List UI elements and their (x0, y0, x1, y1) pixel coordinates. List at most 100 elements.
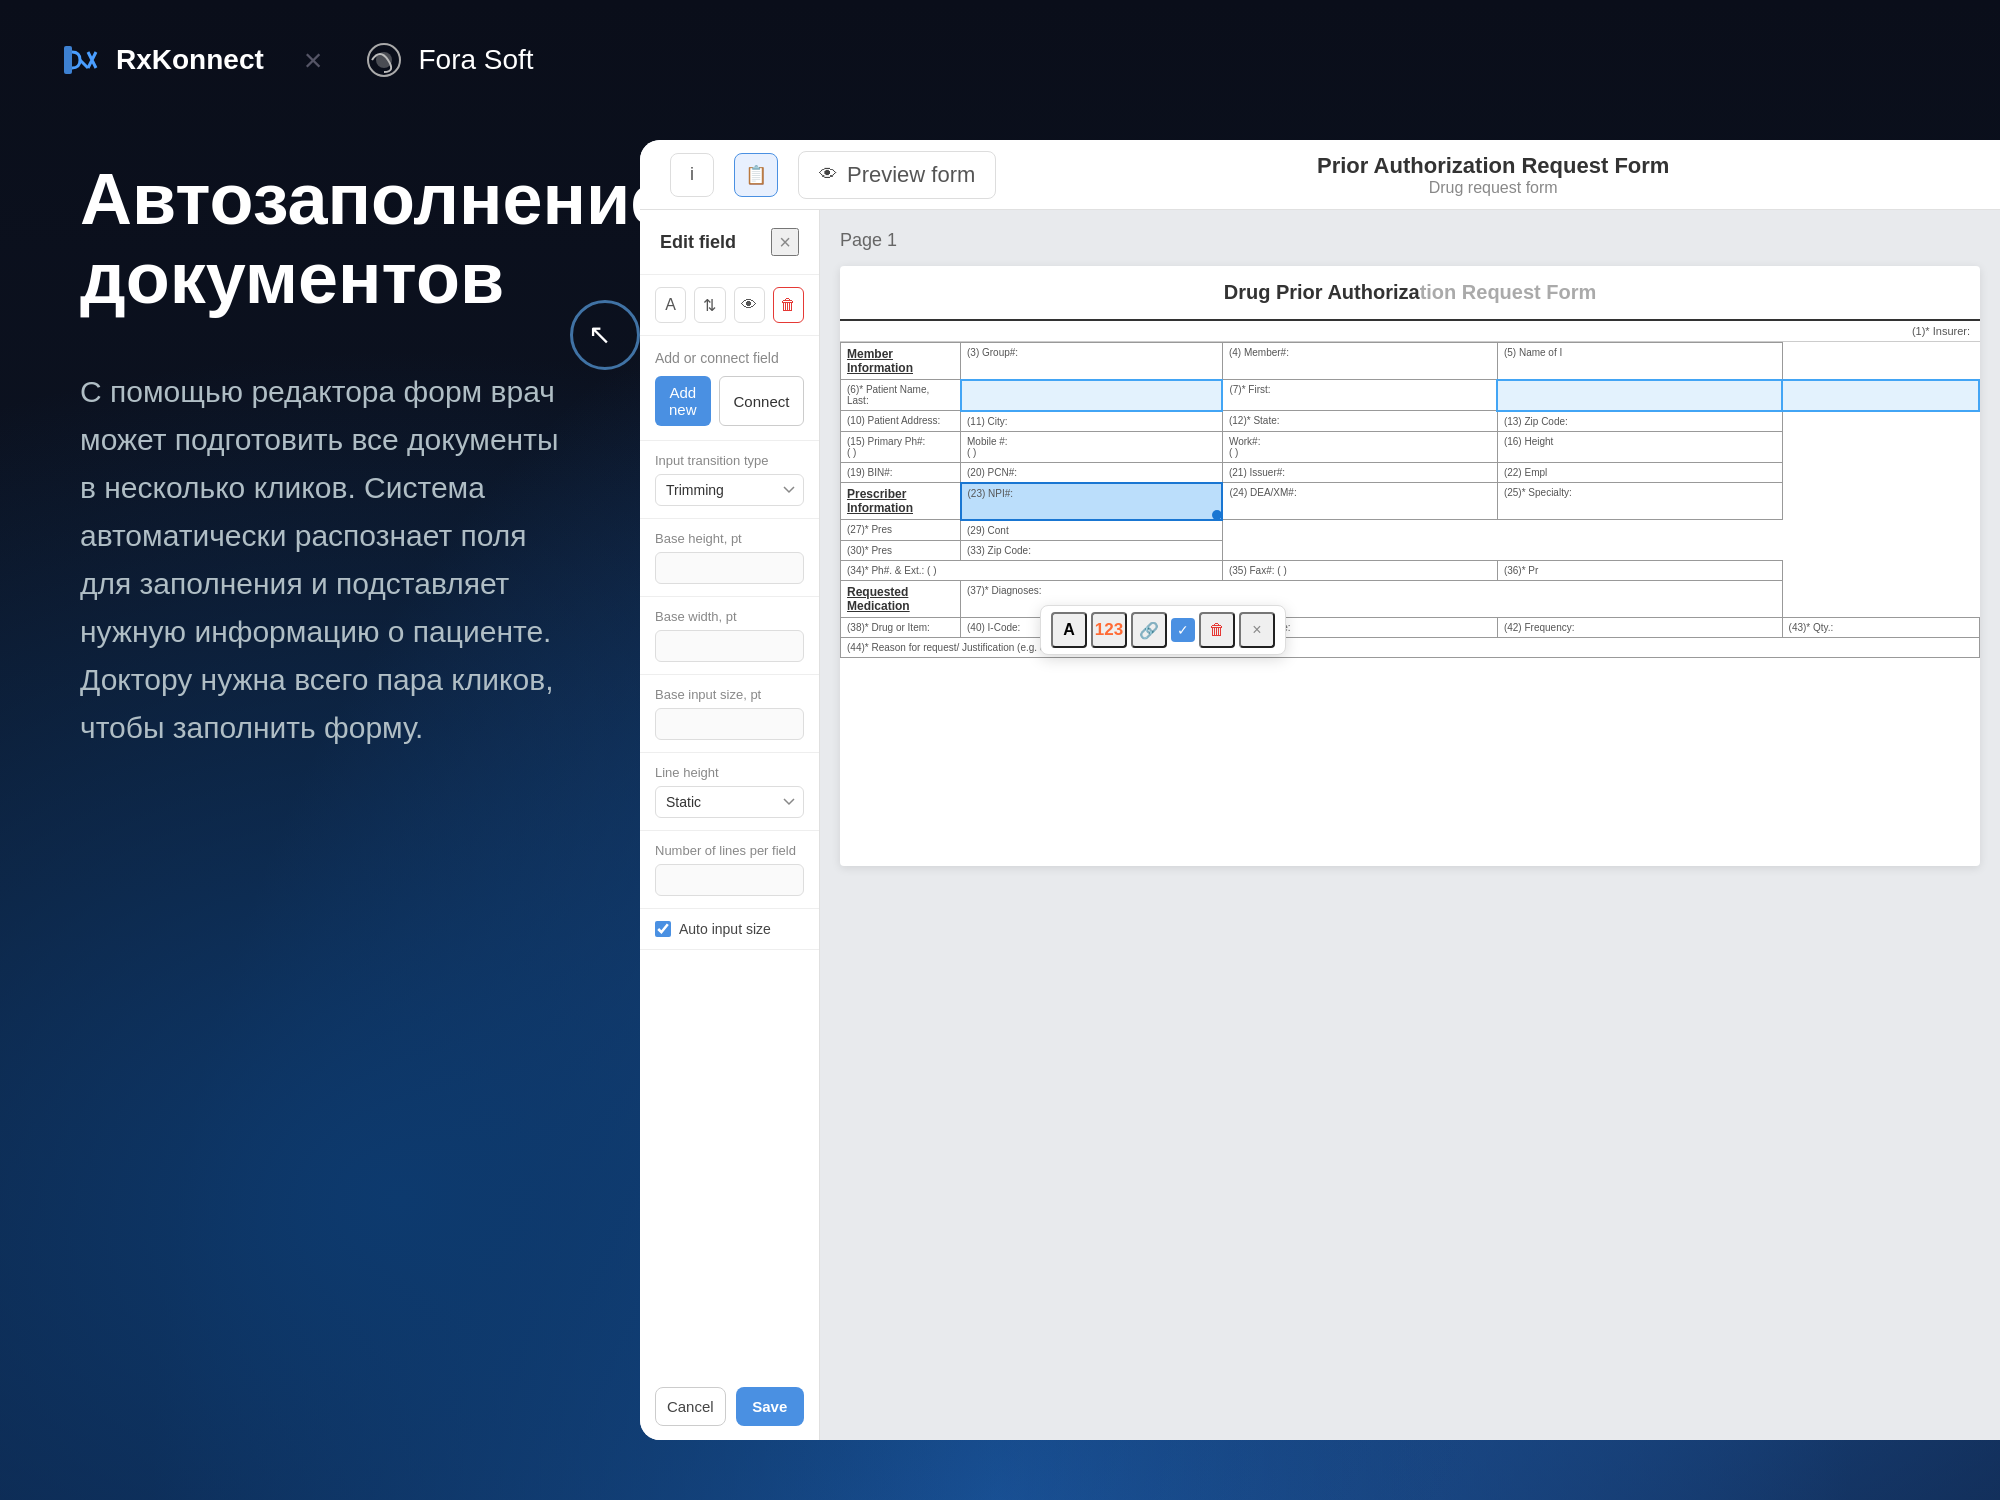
member-field-cell: (4) Member#: (1222, 343, 1497, 380)
member-info-cell: Member Information (841, 343, 961, 380)
svg-rect-0 (64, 46, 72, 74)
primary-ph-label: (15) Primary Ph#: ( ) (841, 431, 961, 462)
left-content: Автозаполнение документов С помощью реда… (80, 160, 580, 752)
table-row: (19) BIN#: (20) PCN#: (21) Issuer#: (22)… (841, 462, 1980, 483)
table-row: Requested Medication (37)* Diagnoses: (841, 580, 1980, 617)
align-toolbar-btn[interactable]: ⇅ (694, 287, 725, 323)
edit-field-toolbar: A ⇅ 👁 🗑 (640, 275, 819, 336)
connect-button[interactable]: Connect (719, 376, 805, 426)
rxkonnect-label: RxKonnect (116, 44, 264, 76)
delete-toolbar-btn[interactable]: 🗑 (773, 287, 804, 323)
num-lines-label: Number of lines per field (655, 843, 804, 858)
height-label: (16) Height (1497, 431, 1782, 462)
insurer-field-label: (1)* Insurer: (1912, 325, 1970, 337)
auto-input-size-checkbox[interactable] (655, 921, 671, 937)
table-row: Prescriber Information (23) NPI#: (24) D… (841, 483, 1980, 520)
cancel-button[interactable]: Cancel (655, 1387, 726, 1426)
form-title-center: Prior Authorization Request Form Drug re… (1016, 153, 1970, 197)
first-label: (7)* First: (1222, 380, 1497, 411)
panel-actions: Cancel Save (640, 1373, 819, 1440)
form-document-title: Drug Prior Authorization Request Form (840, 266, 1980, 321)
add-new-button[interactable]: Add new (655, 376, 711, 426)
table-row: (34)* Ph#. & Ext.: ( ) (35) Fax#: ( ) (3… (841, 560, 1980, 580)
logo-rxkonnect: RxKonnect (60, 38, 264, 82)
name-of-field-cell: (5) Name of I (1497, 343, 1782, 380)
forasoft-label: Fora Soft (418, 44, 533, 76)
line-height-label: Line height (655, 765, 804, 780)
npi-selected-cell[interactable]: (23) NPI#: (961, 483, 1223, 520)
patient-last-input-cell (961, 380, 1223, 411)
number-format-btn[interactable]: 123 (1091, 612, 1127, 648)
info-icon-btn[interactable]: i (670, 153, 714, 197)
trash-format-icon: 🗑 (1209, 621, 1225, 639)
link-icon: 🔗 (1139, 621, 1159, 640)
base-input-size-input[interactable] (655, 708, 804, 740)
panel-content: Edit field × A ⇅ 👁 🗑 Add or connect fiel (640, 210, 2000, 1440)
base-height-input[interactable] (655, 552, 804, 584)
patient-last-label: (6)* Patient Name, Last: (841, 380, 961, 411)
address-label: (10) Patient Address: (841, 411, 961, 432)
add-connect-label: Add or connect field (655, 350, 804, 366)
preview-form-label: Preview form (847, 162, 975, 188)
first-input-cell (1497, 380, 1782, 411)
checkbox-format-btn[interactable]: ✓ (1171, 618, 1195, 642)
main-title: Автозаполнение документов (80, 160, 580, 318)
document-icon: 📋 (745, 164, 767, 186)
mobile-label: Mobile #: ( ) (961, 431, 1223, 462)
description-text: С помощью редактора форм врач может подг… (80, 368, 580, 752)
zip-label: (13) Zip Code: (1497, 411, 1782, 432)
form-preview-area: Page 1 Drug Prior Authorization Request … (820, 210, 2000, 1440)
close-format-btn[interactable]: × (1239, 612, 1275, 648)
fax-label: (35) Fax#: ( ) (1222, 560, 1497, 580)
input-transition-select[interactable]: Trimming (655, 474, 804, 506)
edit-field-title: Edit field (660, 232, 736, 253)
form-title-main: Prior Authorization Request Form (1016, 153, 1970, 179)
eye-toolbar-btn[interactable]: 👁 (734, 287, 765, 323)
base-height-section: Base height, pt (640, 519, 819, 597)
add-connect-section: Add or connect field Add new Connect (640, 336, 819, 441)
empl-label: (22) Empl (1497, 462, 1782, 483)
panel-topbar: i 📋 👁 Preview form Prior Authorization R… (640, 140, 2000, 210)
close-edit-field-button[interactable]: × (771, 228, 799, 256)
ph-fax-ext-label: (34)* Ph#. & Ext.: ( ) (841, 560, 1223, 580)
logo-forasoft: Fora Soft (362, 38, 533, 82)
header-bar: RxKonnect × Fora Soft (0, 0, 2000, 120)
document-icon-btn[interactable]: 📋 (734, 153, 778, 197)
drug-item-label: (38)* Drug or Item: (841, 617, 961, 637)
number-icon: 123 (1095, 620, 1123, 640)
input-transition-section: Input transition type Trimming (640, 441, 819, 519)
base-width-input[interactable] (655, 630, 804, 662)
delete-format-btn[interactable]: 🗑 (1199, 612, 1235, 648)
auto-input-size-label: Auto input size (679, 921, 771, 937)
visible-icon: 👁 (741, 296, 757, 314)
save-button[interactable]: Save (736, 1387, 805, 1426)
form-document: Drug Prior Authorization Request Form (1… (840, 266, 1980, 866)
cursor-indicator: ↖ (570, 300, 640, 370)
line-height-select[interactable]: Static (655, 786, 804, 818)
pr36-label: (36)* Pr (1497, 560, 1782, 580)
form-title-sub: Drug request form (1016, 179, 1970, 197)
edit-field-panel: Edit field × A ⇅ 👁 🗑 Add or connect fiel (640, 210, 820, 1440)
cont-label: (29) Cont (961, 520, 1223, 541)
table-row: (38)* Drug or Item: (40) I-Code: (41)* D… (841, 617, 1980, 637)
eye-icon: 👁 (819, 164, 837, 185)
num-lines-input[interactable] (655, 864, 804, 896)
table-row: (10) Patient Address: (11) City: (12)* S… (841, 411, 1980, 432)
input-transition-label: Input transition type (655, 453, 804, 468)
font-toolbar-btn[interactable]: A (655, 287, 686, 323)
check-icon: ✓ (1177, 622, 1189, 638)
base-width-section: Base width, pt (640, 597, 819, 675)
base-input-size-label: Base input size, pt (655, 687, 804, 702)
trash-icon: 🗑 (780, 296, 796, 314)
qty-label: (43)* Qty.: (1782, 617, 1979, 637)
right-panel: i 📋 👁 Preview form Prior Authorization R… (640, 140, 2000, 1440)
num-lines-section: Number of lines per field (640, 831, 819, 909)
forasoft-icon (362, 38, 406, 82)
base-input-size-section: Base input size, pt (640, 675, 819, 753)
align-icon: ⇅ (703, 296, 716, 315)
link-format-btn[interactable]: 🔗 (1131, 612, 1167, 648)
text-format-btn[interactable]: A (1051, 612, 1087, 648)
edit-field-header: Edit field × (640, 210, 819, 275)
preview-form-button[interactable]: 👁 Preview form (798, 151, 996, 199)
initial-input-cell (1782, 380, 1979, 411)
